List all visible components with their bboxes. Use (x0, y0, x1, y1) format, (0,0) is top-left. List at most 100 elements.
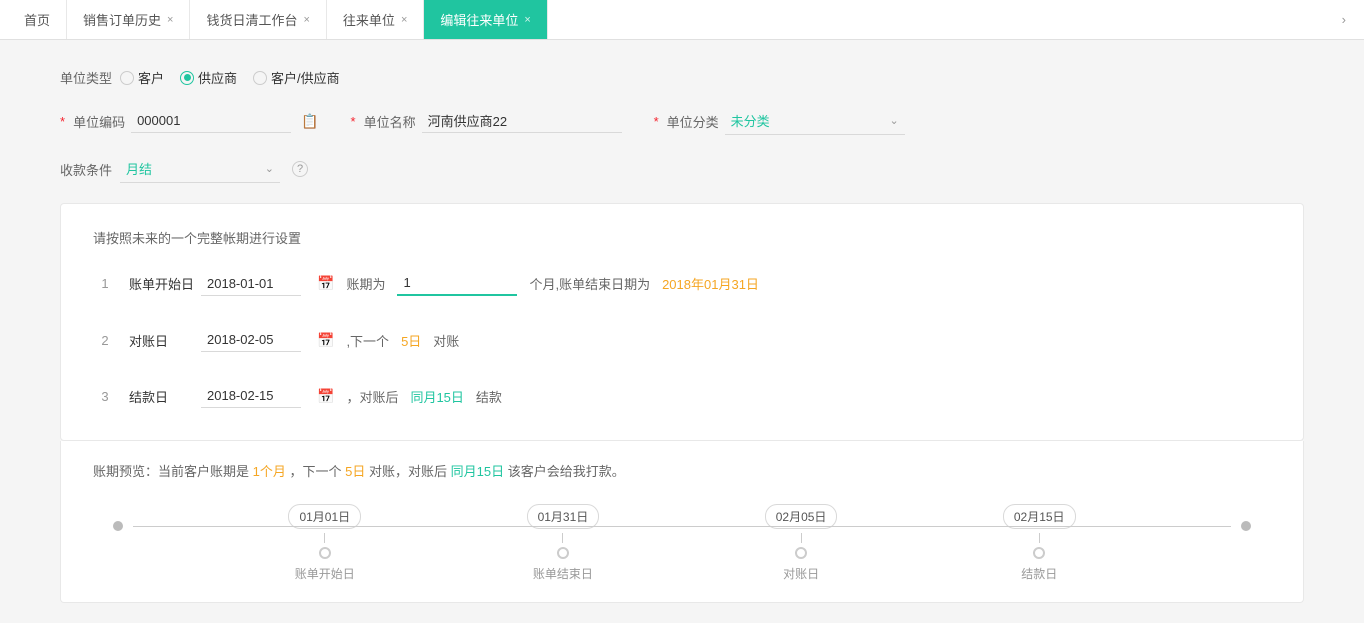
unit-category-group: * 单位分类 未分类 ⌄ (654, 107, 905, 135)
timeline-circle-3 (795, 547, 807, 559)
start-date-calendar-icon[interactable]: 📅 (317, 275, 334, 292)
help-icon[interactable]: ? (292, 161, 308, 177)
timeline-end-circle (1241, 521, 1251, 531)
radio-customer-supplier[interactable]: 客户/供应商 (253, 68, 340, 87)
preview-middle1: ，下一个 (290, 464, 342, 479)
tab-edit-partner[interactable]: 编辑往来单位 × (424, 0, 547, 39)
timeline-end-dot (1241, 521, 1251, 531)
preview-suffix: 该客户会给我打款。 (508, 464, 625, 479)
unit-type-label: 单位类型 (60, 68, 112, 87)
payment-date-calendar-icon[interactable]: 📅 (317, 388, 334, 405)
unit-category-arrow: ⌄ (889, 114, 898, 127)
tab-edit-partner-close[interactable]: × (524, 14, 530, 26)
tab-sales-history-close[interactable]: × (167, 14, 173, 26)
radio-customer-label: 客户 (138, 68, 164, 87)
row-number-3: 3 (93, 389, 117, 404)
preview-highlight2: 5日 (345, 464, 365, 479)
tab-cash-work-close[interactable]: × (303, 14, 309, 26)
tab-sales-history-label: 销售订单历史 (83, 10, 161, 29)
timeline-start-circle (113, 521, 123, 531)
timeline-label-1: 账单开始日 (295, 565, 355, 582)
tab-cash-work-label: 钱货日清工作台 (206, 10, 297, 29)
radio-customer-supplier-label: 客户/供应商 (271, 68, 340, 87)
field-label-2: 对账日 (129, 331, 189, 350)
radio-customer[interactable]: 客户 (120, 68, 164, 87)
unit-code-input[interactable] (131, 109, 291, 133)
tabs-bar: 首页 销售订单历史 × 钱货日清工作台 × 往来单位 × 编辑往来单位 × › (0, 0, 1364, 40)
setting-row-1: 1 账单开始日 📅 账期为 个月,账单结束日期为 2018年01月31日 (93, 271, 1271, 296)
payment-date-input[interactable] (201, 384, 301, 408)
timeline-node-4: 02月15日 结款日 (1003, 504, 1076, 582)
tab-partner-close[interactable]: × (401, 14, 407, 26)
period-end-date: 2018年01月31日 (662, 274, 759, 293)
row-number-1: 1 (93, 276, 117, 291)
setting-row-3: 3 结款日 📅 ，对账后 同月15日 结款 (93, 384, 1271, 408)
timeline-start-dot (113, 521, 123, 531)
timeline-circle-4 (1033, 547, 1045, 559)
timeline-line (133, 526, 1231, 527)
settings-box-title: 请按照未来的一个完整帐期进行设置 (93, 228, 1271, 247)
preview-highlight1: 1个月 (253, 464, 286, 479)
period-unit-text: 个月,账单结束日期为 (529, 274, 650, 293)
timeline-container: 01月01日 账单开始日 01月31日 账单结束日 02月05日 (93, 504, 1271, 582)
timeline-label-3: 对账日 (783, 565, 819, 582)
tab-sales-history[interactable]: 销售订单历史 × (67, 0, 190, 39)
payment-desc-prefix: ，对账后 (346, 387, 398, 406)
main-content: 单位类型 客户 供应商 客户/供应商 * 单位编码 📋 * 单位名称 (0, 40, 1364, 623)
unit-info-row: * 单位编码 📋 * 单位名称 * 单位分类 未分类 ⌄ (60, 107, 1304, 135)
unit-name-input[interactable] (422, 109, 622, 133)
timeline-items: 01月01日 账单开始日 01月31日 账单结束日 02月05日 (113, 504, 1251, 582)
tab-partner[interactable]: 往来单位 × (327, 0, 424, 39)
preview-highlight3: 同月15日 (451, 464, 504, 479)
timeline-node-2: 01月31日 账单结束日 (527, 504, 600, 582)
preview-text: 账期预览：当前客户账期是 1个月 ，下一个 5日 对账，对账后 同月15日 该客… (93, 461, 1271, 480)
payment-condition-label: 收款条件 (60, 160, 112, 179)
preview-section: 账期预览：当前客户账期是 1个月 ，下一个 5日 对账，对账后 同月15日 该客… (60, 441, 1304, 603)
payment-condition-arrow: ⌄ (265, 162, 274, 175)
unit-category-label: 单位分类 (667, 112, 719, 131)
unit-type-radio-group: 客户 供应商 客户/供应商 (120, 68, 340, 87)
radio-supplier-label: 供应商 (198, 68, 237, 87)
reconcile-desc-prefix: ,下一个 (346, 331, 389, 350)
unit-name-group: * 单位名称 (351, 109, 622, 133)
field-label-1: 账单开始日 (129, 274, 189, 293)
timeline-label-4: 结款日 (1021, 565, 1057, 582)
radio-customer-circle (120, 71, 134, 85)
radio-supplier-circle (180, 71, 194, 85)
row-number-2: 2 (93, 333, 117, 348)
unit-code-label: 单位编码 (73, 112, 125, 131)
unit-code-group: * 单位编码 📋 (60, 109, 319, 133)
unit-category-select[interactable]: 未分类 ⌄ (725, 107, 905, 135)
payment-condition-select[interactable]: 月结 ⌄ (120, 155, 280, 183)
timeline-label-2: 账单结束日 (533, 565, 593, 582)
period-label: 账期为 (346, 274, 385, 293)
radio-supplier[interactable]: 供应商 (180, 68, 237, 87)
unit-name-label: 单位名称 (364, 112, 416, 131)
unit-category-value: 未分类 (731, 111, 884, 130)
field-label-3: 结款日 (129, 387, 189, 406)
period-value-input[interactable] (397, 271, 517, 296)
tab-partner-label: 往来单位 (343, 10, 395, 29)
timeline-node-3: 02月05日 对账日 (765, 504, 838, 582)
reconcile-date-calendar-icon[interactable]: 📅 (317, 332, 334, 349)
preview-prefix: 账期预览：当前客户账期是 (93, 464, 249, 479)
tab-home-label: 首页 (24, 10, 50, 29)
unit-type-row: 单位类型 客户 供应商 客户/供应商 (60, 68, 1304, 87)
settings-box: 请按照未来的一个完整帐期进行设置 1 账单开始日 📅 账期为 个月,账单结束日期… (60, 203, 1304, 441)
timeline-node-1: 01月01日 账单开始日 (288, 504, 361, 582)
reconcile-desc-suffix: 对账 (433, 331, 459, 350)
payment-desc-suffix: 结款 (476, 387, 502, 406)
tab-home[interactable]: 首页 (8, 0, 67, 39)
copy-icon[interactable]: 📋 (301, 113, 318, 130)
tabs-arrow[interactable]: › (1332, 0, 1356, 39)
reconcile-day-highlight: 5日 (401, 331, 421, 350)
start-date-input[interactable] (201, 272, 301, 296)
preview-middle2: 对账，对账后 (369, 464, 447, 479)
timeline-circle-2 (557, 547, 569, 559)
tab-edit-partner-label: 编辑往来单位 (440, 10, 518, 29)
reconcile-date-input[interactable] (201, 328, 301, 352)
timeline-circle-1 (319, 547, 331, 559)
payment-condition-value: 月结 (126, 159, 259, 178)
tab-cash-work[interactable]: 钱货日清工作台 × (190, 0, 326, 39)
payment-condition-row: 收款条件 月结 ⌄ ? (60, 155, 1304, 183)
